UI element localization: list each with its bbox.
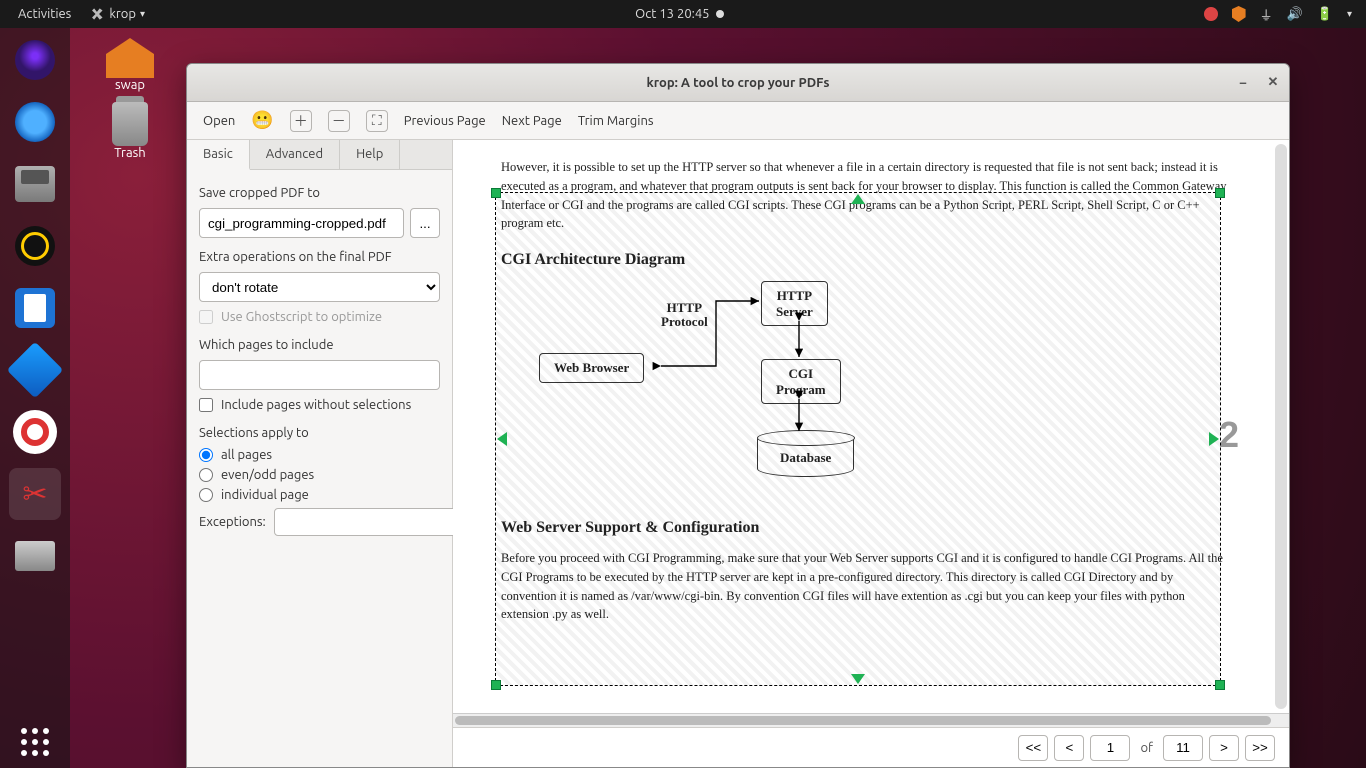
extra-ops-label: Extra operations on the final PDF	[199, 250, 440, 264]
home-folder-icon	[106, 38, 154, 78]
exceptions-input[interactable]	[274, 508, 465, 536]
crop-handle-bottom-left[interactable]	[491, 680, 501, 690]
rhythmbox-icon	[15, 226, 55, 266]
writer-icon	[15, 288, 55, 328]
tabs: Basic Advanced Help	[187, 140, 452, 170]
desktop-icons: swap Trash	[90, 38, 170, 170]
dock-thunderbird[interactable]	[9, 96, 61, 148]
total-pages-display	[1163, 735, 1203, 761]
krop-window: krop: A tool to crop your PDFs – ✕ Open …	[186, 63, 1290, 768]
notification-dot-icon	[716, 10, 724, 18]
first-page-button[interactable]: <<	[1018, 735, 1048, 761]
dock-files[interactable]	[9, 158, 61, 210]
wifi-icon[interactable]: ⏚	[1260, 5, 1273, 24]
save-to-label: Save cropped PDF to	[199, 186, 440, 200]
zoom-out-button[interactable]: －	[328, 110, 350, 132]
tab-basic[interactable]: Basic	[187, 140, 250, 170]
next-page-button[interactable]: Next Page	[502, 114, 562, 128]
crop-handle-right[interactable]	[1209, 432, 1226, 446]
tab-help[interactable]: Help	[340, 140, 400, 169]
software-icon	[7, 342, 64, 399]
radio-even-odd[interactable]: even/odd pages	[199, 468, 440, 482]
radio-individual[interactable]: individual page	[199, 488, 440, 502]
selections-apply-label: Selections apply to	[199, 426, 440, 440]
fit-page-button[interactable]: ⛶	[366, 110, 388, 132]
crop-handle-left[interactable]	[490, 432, 507, 446]
open-button[interactable]: Open	[203, 114, 235, 128]
previous-page-button[interactable]: Previous Page	[404, 114, 486, 128]
settings-panel: Basic Advanced Help Save cropped PDF to …	[187, 140, 453, 767]
tab-advanced[interactable]: Advanced	[250, 140, 340, 169]
clock[interactable]: Oct 13 20:45	[625, 7, 733, 21]
desktop-home[interactable]: swap	[90, 38, 170, 92]
app-menu-label: krop	[109, 7, 136, 21]
dock-firefox[interactable]	[9, 34, 61, 86]
window-title: krop: A tool to crop your PDFs	[647, 76, 830, 90]
crop-handle-top[interactable]	[851, 187, 865, 204]
window-minimize-button[interactable]: –	[1233, 73, 1253, 93]
current-page-input[interactable]	[1090, 735, 1130, 761]
include-without-selections-checkbox[interactable]: Include pages without selections	[199, 398, 440, 412]
next-page-nav-button[interactable]: >	[1209, 735, 1239, 761]
battery-icon[interactable]: 🔋	[1317, 7, 1333, 22]
dock-software[interactable]	[9, 344, 61, 396]
radio-all-pages[interactable]: all pages	[199, 448, 440, 462]
horizontal-scrollbar[interactable]	[453, 713, 1289, 727]
system-menu-chevron-icon[interactable]: ▾	[1347, 8, 1352, 20]
page-canvas[interactable]: However, it is possible to set up the HT…	[453, 140, 1289, 713]
last-page-button[interactable]: >>	[1245, 735, 1275, 761]
page-navigator: << < of > >>	[453, 727, 1289, 767]
app-menu[interactable]: krop ▾	[81, 7, 155, 21]
apps-grid-icon	[15, 722, 55, 762]
crop-selection[interactable]	[495, 192, 1221, 686]
shield-icon[interactable]	[1232, 6, 1246, 22]
activities-button[interactable]: Activities	[8, 7, 81, 21]
pdf-page: However, it is possible to set up the HT…	[461, 144, 1269, 704]
firefox-icon	[15, 40, 55, 80]
dock: ✂	[0, 28, 70, 768]
prev-page-button[interactable]: <	[1054, 735, 1084, 761]
scissors-icon	[91, 7, 105, 21]
desktop: ✂ swap Trash krop: A tool to crop your P…	[0, 28, 1366, 768]
ghostscript-checkbox: Use Ghostscript to optimize	[199, 310, 440, 324]
gnome-top-bar: Activities krop ▾ Oct 13 20:45 ⏚ 🔊 🔋 ▾	[0, 0, 1366, 28]
lifebuoy-icon	[13, 410, 57, 454]
desktop-trash[interactable]: Trash	[90, 102, 170, 160]
trim-margins-button[interactable]: Trim Margins	[578, 114, 654, 128]
exceptions-label: Exceptions:	[199, 515, 266, 529]
disk-icon	[15, 541, 55, 571]
trash-icon	[112, 102, 148, 146]
desktop-trash-label: Trash	[90, 146, 170, 160]
window-close-button[interactable]: ✕	[1263, 73, 1283, 93]
chevron-down-icon: ▾	[140, 8, 145, 20]
files-icon	[15, 166, 55, 202]
scrollbar-thumb[interactable]	[455, 716, 1271, 725]
crop-handle-bottom-right[interactable]	[1215, 680, 1225, 690]
toolbar: Open 😬 ＋ － ⛶ Previous Page Next Page Tri…	[187, 102, 1289, 140]
dock-disk[interactable]	[9, 530, 61, 582]
which-pages-label: Which pages to include	[199, 338, 440, 352]
pdf-viewer: However, it is possible to set up the HT…	[453, 140, 1289, 767]
dock-help[interactable]	[9, 406, 61, 458]
browse-button[interactable]: ...	[410, 208, 440, 238]
dock-rhythmbox[interactable]	[9, 220, 61, 272]
rotate-select[interactable]: don't rotate	[199, 272, 440, 302]
zoom-in-button[interactable]: ＋	[290, 110, 312, 132]
crop-handle-top-right[interactable]	[1215, 188, 1225, 198]
page-of-label: of	[1140, 741, 1153, 755]
crop-handle-bottom[interactable]	[851, 674, 865, 691]
save-path-input[interactable]	[199, 208, 404, 238]
krop-emoji-icon[interactable]: 😬	[251, 110, 273, 131]
desktop-home-label: swap	[90, 78, 170, 92]
dock-show-apps[interactable]	[9, 716, 61, 768]
crop-handle-top-left[interactable]	[491, 188, 501, 198]
scissors-icon: ✂	[15, 474, 55, 514]
do-not-disturb-icon[interactable]	[1204, 7, 1218, 21]
which-pages-input[interactable]	[199, 360, 440, 390]
dock-krop[interactable]: ✂	[9, 468, 61, 520]
titlebar[interactable]: krop: A tool to crop your PDFs – ✕	[187, 64, 1289, 102]
volume-icon[interactable]: 🔊	[1287, 7, 1303, 22]
dock-writer[interactable]	[9, 282, 61, 334]
thunderbird-icon	[15, 102, 55, 142]
